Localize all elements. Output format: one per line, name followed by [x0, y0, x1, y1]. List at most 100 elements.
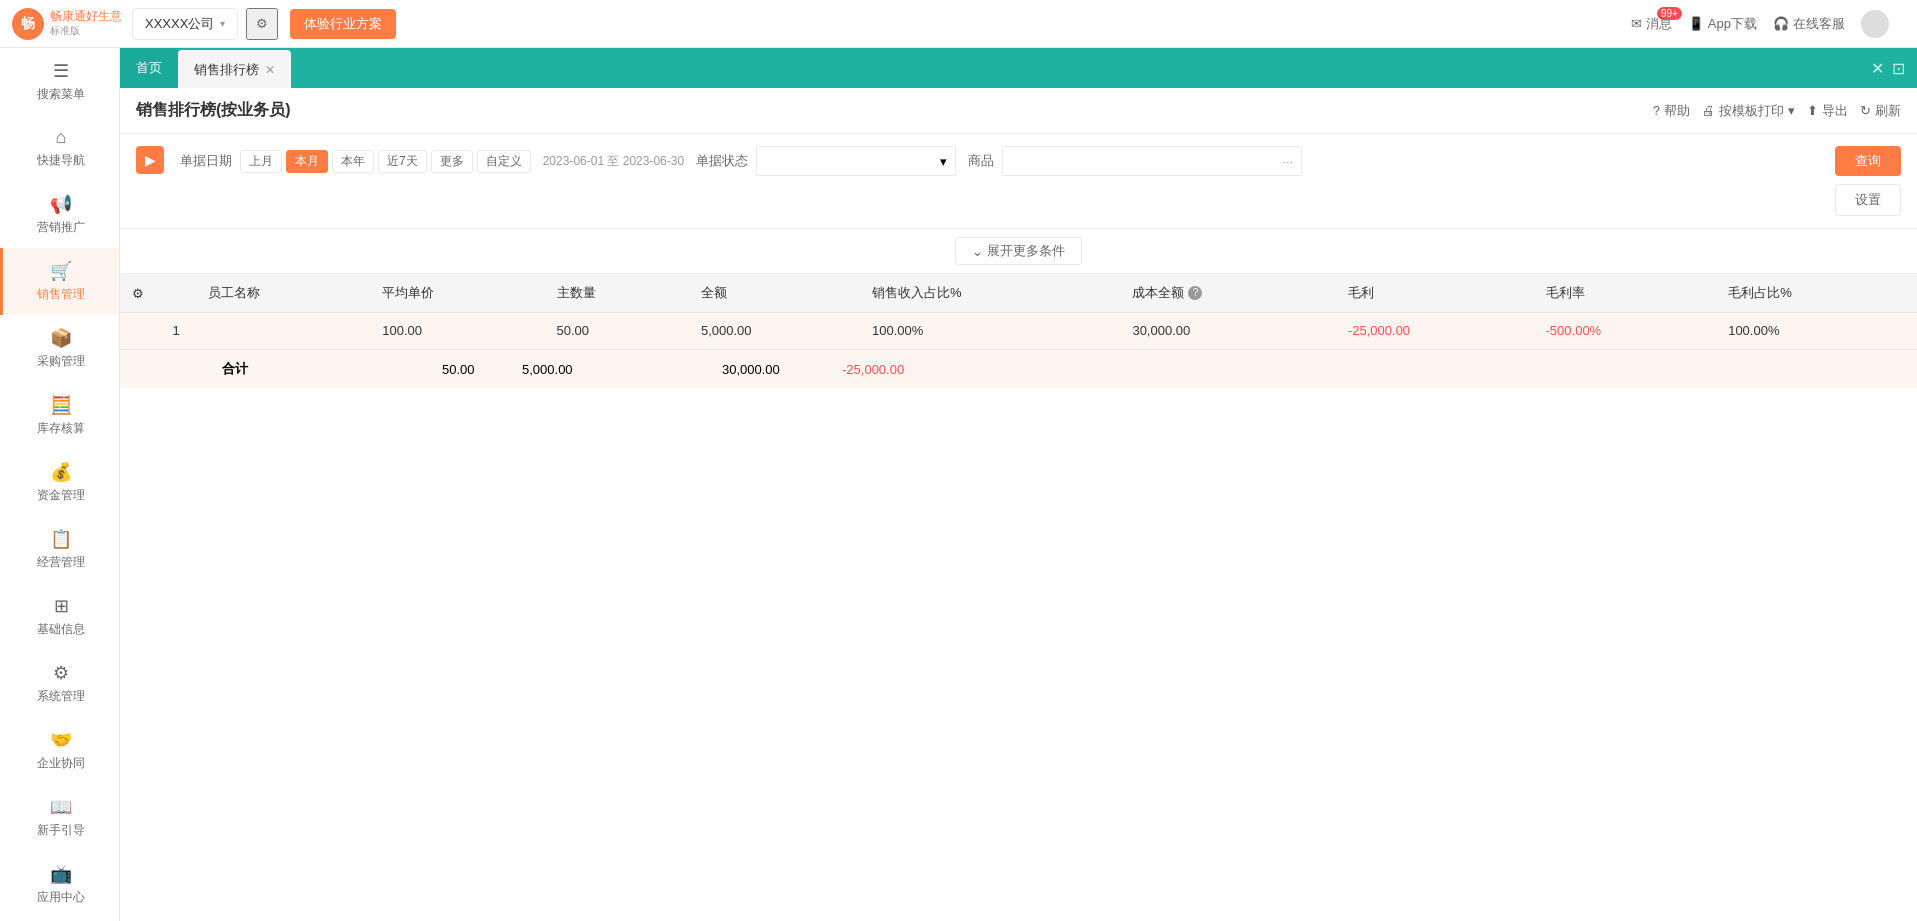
footer-cost: 30,000.00	[722, 362, 842, 377]
sidebar-label-appstore: 应用中心	[37, 889, 85, 906]
window-close-icon[interactable]: ✕	[1871, 59, 1884, 78]
date-btn-current-year[interactable]: 本年	[332, 150, 374, 173]
sidebar-item-ops[interactable]: 📋 经营管理	[0, 516, 119, 583]
window-expand-icon[interactable]: ⊡	[1892, 59, 1905, 78]
app-download-button[interactable]: 📱 App下载	[1688, 15, 1757, 33]
tab-bar: 首页 销售排行榜 ✕ ✕ ⊡	[120, 48, 1917, 88]
page-title: 销售排行榜(按业务员)	[136, 100, 291, 121]
home-icon: ⌂	[56, 127, 67, 148]
refresh-label: 刷新	[1875, 102, 1901, 120]
marketing-icon: 📢	[50, 193, 72, 215]
tab-sales-rank[interactable]: 销售排行榜 ✕	[178, 50, 291, 90]
row-qty-cell: 50.00	[545, 313, 689, 349]
sidebar-label-search: 搜索菜单	[37, 86, 85, 103]
date-btn-more[interactable]: 更多	[431, 150, 473, 173]
table-row: 1 100.00 50.00 5,000.00 100.00% 30,000.0…	[120, 313, 1917, 349]
sidebar-item-base[interactable]: ⊞ 基础信息	[0, 583, 119, 650]
sidebar-label-corp: 企业协同	[37, 755, 85, 772]
sidebar-item-sales[interactable]: 🛒 销售管理	[0, 248, 119, 315]
sidebar-item-finance[interactable]: 💰 资金管理	[0, 449, 119, 516]
date-filter-label: 单据日期	[180, 152, 232, 170]
sidebar-item-purchase[interactable]: 📦 采购管理	[0, 315, 119, 382]
col-cost: 成本全额?	[1120, 274, 1336, 313]
export-button[interactable]: ⬆ 导出	[1807, 102, 1848, 120]
footer-qty: 50.00	[442, 362, 522, 377]
tab-home-label: 首页	[136, 59, 162, 77]
refresh-icon: ↻	[1860, 103, 1871, 118]
footer-profit: -25,000.00	[842, 362, 962, 377]
col-settings[interactable]: ⚙	[120, 274, 156, 313]
tab-close-icon[interactable]: ✕	[265, 63, 275, 77]
row-sales-pct-cell: 100.00%	[860, 313, 1120, 349]
sidebar-item-appstore[interactable]: 📺 应用中心	[0, 851, 119, 918]
appstore-icon: 📺	[50, 863, 72, 885]
message-button[interactable]: ✉ 消息 99+	[1631, 15, 1672, 33]
top-bar: 畅 畅康通好生意 标准版 XXXXX公司 ▾ ⚙ 体验行业方案 ✉ 消息 99+…	[0, 0, 1917, 48]
row-rank-cell: 1	[156, 313, 196, 349]
status-filter-label: 单据状态	[696, 152, 748, 170]
avatar[interactable]	[1861, 10, 1889, 38]
date-btn-last-month[interactable]: 上月	[240, 150, 282, 173]
sidebar-item-search[interactable]: ☰ 搜索菜单	[0, 48, 119, 115]
settings-row-button[interactable]: 设置	[1835, 184, 1901, 216]
col-profit-pct: 毛利占比%	[1716, 274, 1917, 313]
tab-home[interactable]: 首页	[120, 48, 178, 88]
sidebar-item-marketing[interactable]: 📢 营销推广	[0, 181, 119, 248]
row-avg-price-cell: 100.00	[370, 313, 544, 349]
status-chevron-icon: ▾	[940, 154, 947, 169]
inventory-icon: 🧮	[50, 394, 72, 416]
footer-total-label: 合计	[222, 361, 248, 376]
sidebar-item-system[interactable]: ⚙ 系统管理	[0, 650, 119, 717]
company-chevron-icon: ▾	[220, 18, 225, 29]
goods-more-icon: ···	[1282, 154, 1293, 169]
expand-label: 展开更多条件	[987, 242, 1065, 260]
sidebar-label-marketing: 营销推广	[37, 219, 85, 236]
sidebar-item-guide[interactable]: 📖 新手引导	[0, 784, 119, 851]
status-select[interactable]: ▾	[756, 146, 956, 176]
sidebar-label-finance: 资金管理	[37, 487, 85, 504]
table-header-row: ⚙ 员工名称 平均单价 主数量 全额 销售收入占比% 成本全额? 毛利 毛利率	[120, 274, 1917, 313]
date-btn-group: 上月 本月 本年 近7天 更多 自定义	[240, 150, 531, 173]
sidebar-label-sales: 销售管理	[37, 286, 85, 303]
col-profit: 毛利	[1336, 274, 1534, 313]
footer-profit-value: -25,000.00	[842, 362, 904, 377]
col-qty: 主数量	[545, 274, 689, 313]
guide-icon: 📖	[50, 796, 72, 818]
footer-amount: 5,000.00	[522, 362, 622, 377]
page-header: 销售排行榜(按业务员) ? 帮助 🖨 按模板打印 ▾ ⬆	[120, 88, 1917, 134]
query-button[interactable]: 查询	[1835, 146, 1901, 176]
filter-expand-arrow[interactable]: ▶	[136, 146, 164, 174]
sidebar-item-corp[interactable]: 🤝 企业协同	[0, 717, 119, 784]
page-actions: ? 帮助 🖨 按模板打印 ▾ ⬆ 导出 ↻	[1653, 102, 1901, 120]
refresh-button[interactable]: ↻ 刷新	[1860, 102, 1901, 120]
print-button[interactable]: 🖨 按模板打印 ▾	[1702, 102, 1795, 120]
date-btn-custom[interactable]: 自定义	[477, 150, 531, 173]
col-rank	[156, 274, 196, 313]
tab-bar-actions: ✕ ⊡	[1871, 59, 1917, 78]
help-button[interactable]: ? 帮助	[1653, 102, 1690, 120]
footer-cost-value: 30,000.00	[722, 362, 780, 377]
goods-input[interactable]: ···	[1002, 146, 1302, 176]
company-selector[interactable]: XXXXX公司 ▾	[132, 8, 238, 40]
sidebar-item-quicknav[interactable]: ⌂ 快捷导航	[0, 115, 119, 181]
trial-button[interactable]: 体验行业方案	[290, 9, 396, 39]
filter-left: 单据日期 上月 本月 本年 近7天 更多 自定义 2023-06-01 至 20…	[180, 146, 1819, 176]
cost-info-icon[interactable]: ?	[1188, 286, 1202, 300]
logo-sub: 标准版	[50, 24, 122, 38]
content: 销售排行榜(按业务员) ? 帮助 🖨 按模板打印 ▾ ⬆	[120, 88, 1917, 921]
print-chevron-icon: ▾	[1788, 103, 1795, 118]
row-profit-cell: -25,000.00	[1336, 313, 1534, 349]
row-profit-pct-cell: 100.00%	[1716, 313, 1917, 349]
sales-icon: 🛒	[50, 260, 72, 282]
expand-conditions-button[interactable]: ⌄ 展开更多条件	[955, 237, 1082, 265]
export-icon: ⬆	[1807, 103, 1818, 118]
app-label: App下载	[1708, 15, 1757, 33]
row-profit-pct: 100.00%	[1728, 323, 1779, 338]
date-range-text: 2023-06-01 至 2023-06-30	[543, 153, 684, 170]
sidebar-item-inventory[interactable]: 🧮 库存核算	[0, 382, 119, 449]
date-btn-current-month[interactable]: 本月	[286, 150, 328, 173]
date-btn-7days[interactable]: 近7天	[378, 150, 427, 173]
online-service-button[interactable]: 🎧 在线客服	[1773, 15, 1845, 33]
top-settings-button[interactable]: ⚙	[246, 8, 278, 40]
service-label: 在线客服	[1793, 15, 1845, 33]
